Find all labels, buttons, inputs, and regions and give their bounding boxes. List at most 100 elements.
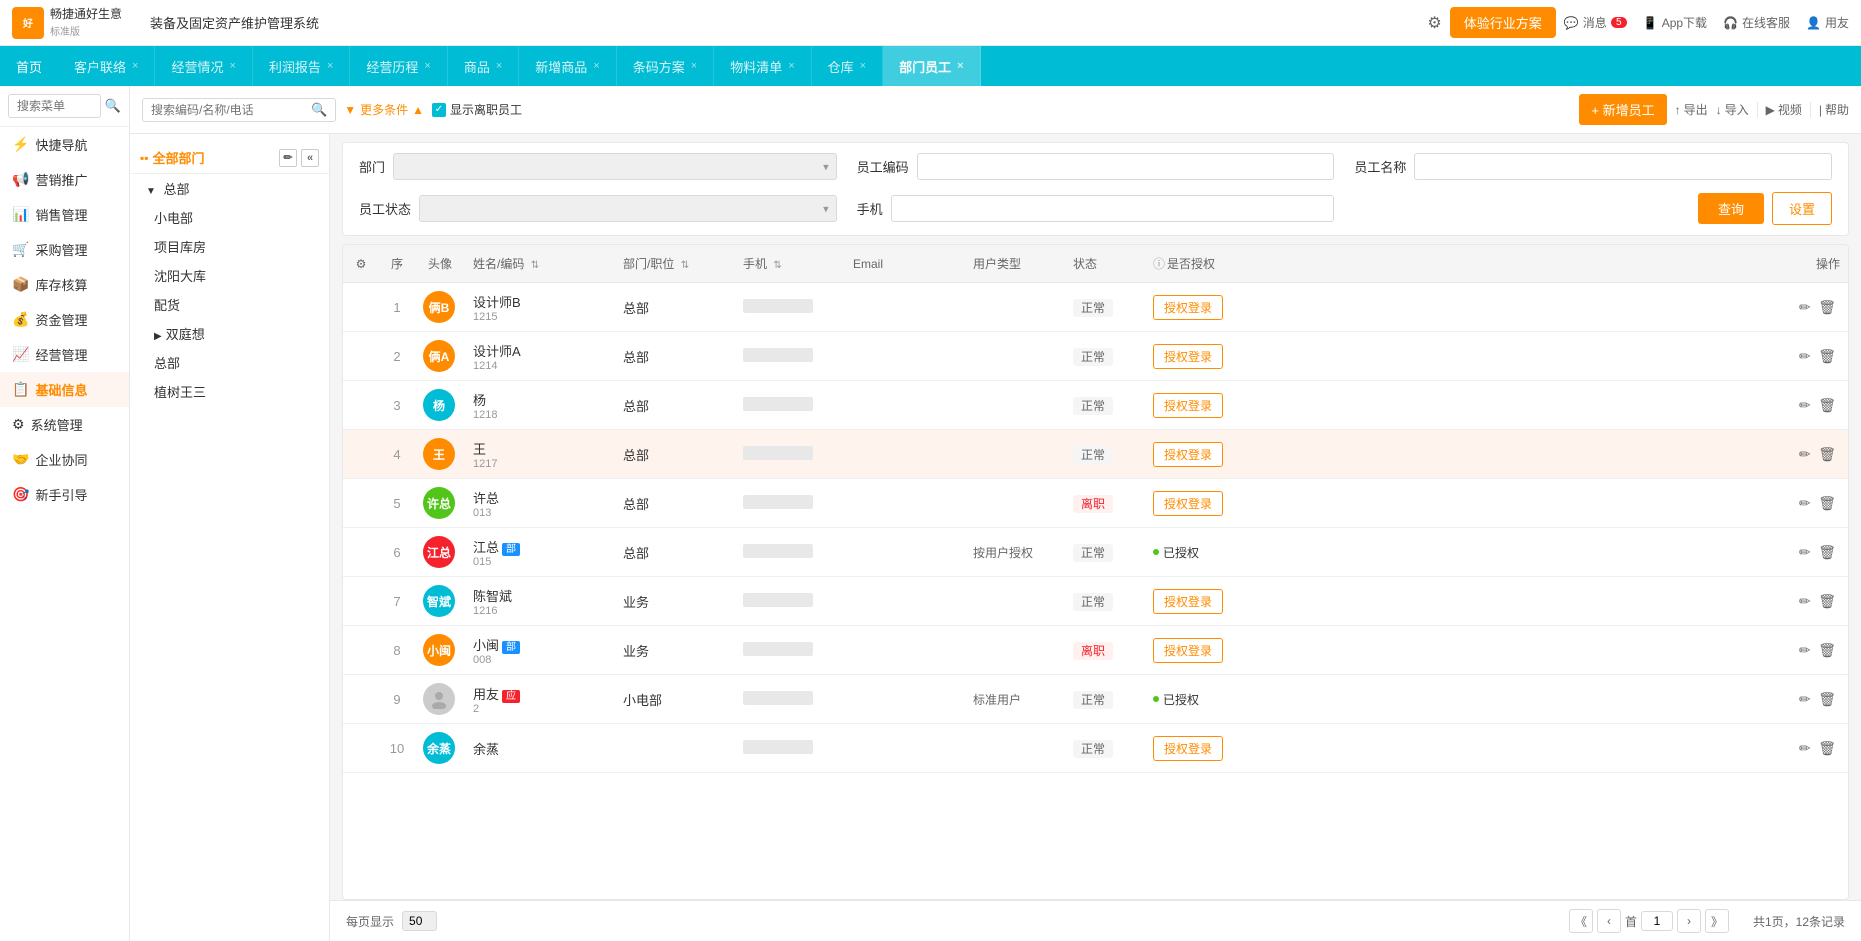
help-btn[interactable]: | 帮助: [1819, 101, 1849, 118]
col-name[interactable]: 姓名/编码 ⇅: [465, 245, 615, 283]
dept-node-shuangtingxiang[interactable]: ▶双庭想: [130, 319, 329, 348]
edit-btn[interactable]: ✏: [1799, 446, 1811, 462]
tab-barcode-close[interactable]: ×: [691, 60, 697, 72]
delete-btn[interactable]: 🗑: [1818, 593, 1836, 609]
dept-node-project[interactable]: 项目库房: [130, 232, 329, 261]
show-resigned-toggle[interactable]: ✓ 显示离职员工: [432, 101, 522, 118]
auth-btn[interactable]: 授权登录: [1153, 589, 1223, 614]
sidebar-item-basicinfo[interactable]: 📋 基础信息: [0, 372, 129, 407]
tab-dept-emp-close[interactable]: ×: [957, 60, 963, 72]
tab-goods-close[interactable]: ×: [496, 60, 502, 72]
more-filters-btn[interactable]: ▼ 更多条件 ▲: [344, 101, 424, 118]
delete-btn[interactable]: 🗑: [1818, 397, 1836, 413]
dept-node-shenyang[interactable]: 沈阳大库: [130, 261, 329, 290]
dept-node-xiaodianbу[interactable]: 小电部: [130, 203, 329, 232]
delete-btn[interactable]: 🗑: [1818, 348, 1836, 364]
edit-btn[interactable]: ✏: [1799, 397, 1811, 413]
nav-home[interactable]: 首页: [0, 46, 58, 86]
sidebar-search-input[interactable]: [8, 94, 101, 118]
edit-btn[interactable]: ✏: [1799, 495, 1811, 511]
sidebar-item-finance[interactable]: 💰 资金管理: [0, 302, 129, 337]
col-dept[interactable]: 部门/职位 ⇅: [615, 245, 735, 283]
auth-btn[interactable]: 授权登录: [1153, 736, 1223, 761]
tab-goods[interactable]: 商品 ×: [448, 46, 519, 86]
tab-operation-close[interactable]: ×: [229, 60, 235, 72]
auth-btn[interactable]: 授权登录: [1153, 442, 1223, 467]
sidebar-item-collab[interactable]: 🤝 企业协同: [0, 442, 129, 477]
online-service-btn[interactable]: 🎧 在线客服: [1723, 14, 1790, 31]
settings-icon[interactable]: ⚙: [1427, 13, 1441, 33]
auth-btn[interactable]: 授权登录: [1153, 295, 1223, 320]
sidebar-item-quicknav[interactable]: ⚡ 快捷导航: [0, 127, 129, 162]
delete-btn[interactable]: 🗑: [1818, 544, 1836, 560]
add-emp-btn[interactable]: + 新增员工: [1579, 94, 1666, 125]
edit-btn[interactable]: ✏: [1799, 740, 1811, 756]
export-btn[interactable]: ↑ 导出: [1675, 101, 1708, 118]
user-btn[interactable]: 👤 用友: [1806, 14, 1849, 31]
auth-btn[interactable]: 授权登录: [1153, 393, 1223, 418]
filter-phone-input[interactable]: [891, 195, 1335, 222]
col-settings[interactable]: ⚙: [343, 245, 379, 283]
tab-dept-emp[interactable]: 部门员工 ×: [883, 46, 980, 86]
tab-profit[interactable]: 利润报告 ×: [253, 46, 350, 86]
dept-collapse-btn[interactable]: «: [301, 149, 319, 167]
sidebar-item-purchase[interactable]: 🛒 采购管理: [0, 232, 129, 267]
tab-operation[interactable]: 经营情况 ×: [155, 46, 252, 86]
edit-btn[interactable]: ✏: [1799, 642, 1811, 658]
edit-btn[interactable]: ✏: [1799, 348, 1811, 364]
delete-btn[interactable]: 🗑: [1818, 446, 1836, 462]
import-btn[interactable]: ↓ 导入: [1716, 101, 1749, 118]
last-page-btn[interactable]: 》: [1705, 909, 1729, 933]
set-btn[interactable]: 设置: [1772, 192, 1832, 225]
tab-warehouse-close[interactable]: ×: [860, 60, 866, 72]
sidebar-item-guide[interactable]: 🎯 新手引导: [0, 477, 129, 512]
tab-bom-close[interactable]: ×: [788, 60, 794, 72]
filter-dept-select[interactable]: [393, 153, 837, 180]
sidebar-item-sales[interactable]: 📊 销售管理: [0, 197, 129, 232]
tab-customer[interactable]: 客户联络 ×: [58, 46, 155, 86]
filter-name-input[interactable]: [1414, 153, 1832, 180]
filter-status-select[interactable]: [419, 195, 837, 222]
tab-history-close[interactable]: ×: [424, 60, 430, 72]
tab-history[interactable]: 经营历程 ×: [350, 46, 447, 86]
message-btn[interactable]: 💬 消息 5: [1564, 14, 1627, 31]
col-phone[interactable]: 手机 ⇅: [735, 245, 845, 283]
app-download-btn[interactable]: 📱 App下载: [1643, 14, 1707, 31]
dept-node-zongbu-child[interactable]: 总部: [130, 348, 329, 377]
edit-btn[interactable]: ✏: [1799, 691, 1811, 707]
tab-warehouse[interactable]: 仓库 ×: [812, 46, 883, 86]
try-btn[interactable]: 体验行业方案: [1450, 7, 1556, 38]
first-page-btn[interactable]: 《: [1569, 909, 1593, 933]
tab-profit-close[interactable]: ×: [327, 60, 333, 72]
dept-node-peihuo[interactable]: 配货: [130, 290, 329, 319]
view-btn[interactable]: ▶ 视频: [1766, 101, 1802, 118]
tab-barcode[interactable]: 条码方案 ×: [617, 46, 714, 86]
dept-node-zhishuwangsan[interactable]: 植树王三: [130, 377, 329, 406]
delete-btn[interactable]: 🗑: [1818, 740, 1836, 756]
delete-btn[interactable]: 🗑: [1818, 299, 1836, 315]
tab-customer-close[interactable]: ×: [132, 60, 138, 72]
edit-btn[interactable]: ✏: [1799, 544, 1811, 560]
dept-edit-btn[interactable]: ✏: [279, 149, 297, 167]
tab-bom[interactable]: 物料清单 ×: [714, 46, 811, 86]
sidebar-item-inventory[interactable]: 📦 库存核算: [0, 267, 129, 302]
tab-new-goods-close[interactable]: ×: [593, 60, 599, 72]
delete-btn[interactable]: 🗑: [1818, 691, 1836, 707]
delete-btn[interactable]: 🗑: [1818, 495, 1836, 511]
auth-btn[interactable]: 授权登录: [1153, 344, 1223, 369]
auth-btn[interactable]: 授权登录: [1153, 491, 1223, 516]
filter-code-input[interactable]: [917, 153, 1335, 180]
sidebar-item-marketing[interactable]: 📢 营销推广: [0, 162, 129, 197]
prev-page-btn[interactable]: ‹: [1597, 909, 1621, 933]
auth-btn[interactable]: 授权登录: [1153, 638, 1223, 663]
sidebar-item-sysadmin[interactable]: ⚙ 系统管理: [0, 407, 129, 442]
sidebar-item-operations[interactable]: 📈 经营管理: [0, 337, 129, 372]
page-input[interactable]: [1641, 911, 1673, 931]
search-input[interactable]: [151, 103, 311, 117]
dept-node-zongbu-parent[interactable]: ▼ 总部: [130, 174, 329, 203]
next-page-btn[interactable]: ›: [1677, 909, 1701, 933]
delete-btn[interactable]: 🗑: [1818, 642, 1836, 658]
tab-new-goods[interactable]: 新增商品 ×: [519, 46, 616, 86]
edit-btn[interactable]: ✏: [1799, 299, 1811, 315]
query-btn[interactable]: 查询: [1698, 193, 1764, 224]
